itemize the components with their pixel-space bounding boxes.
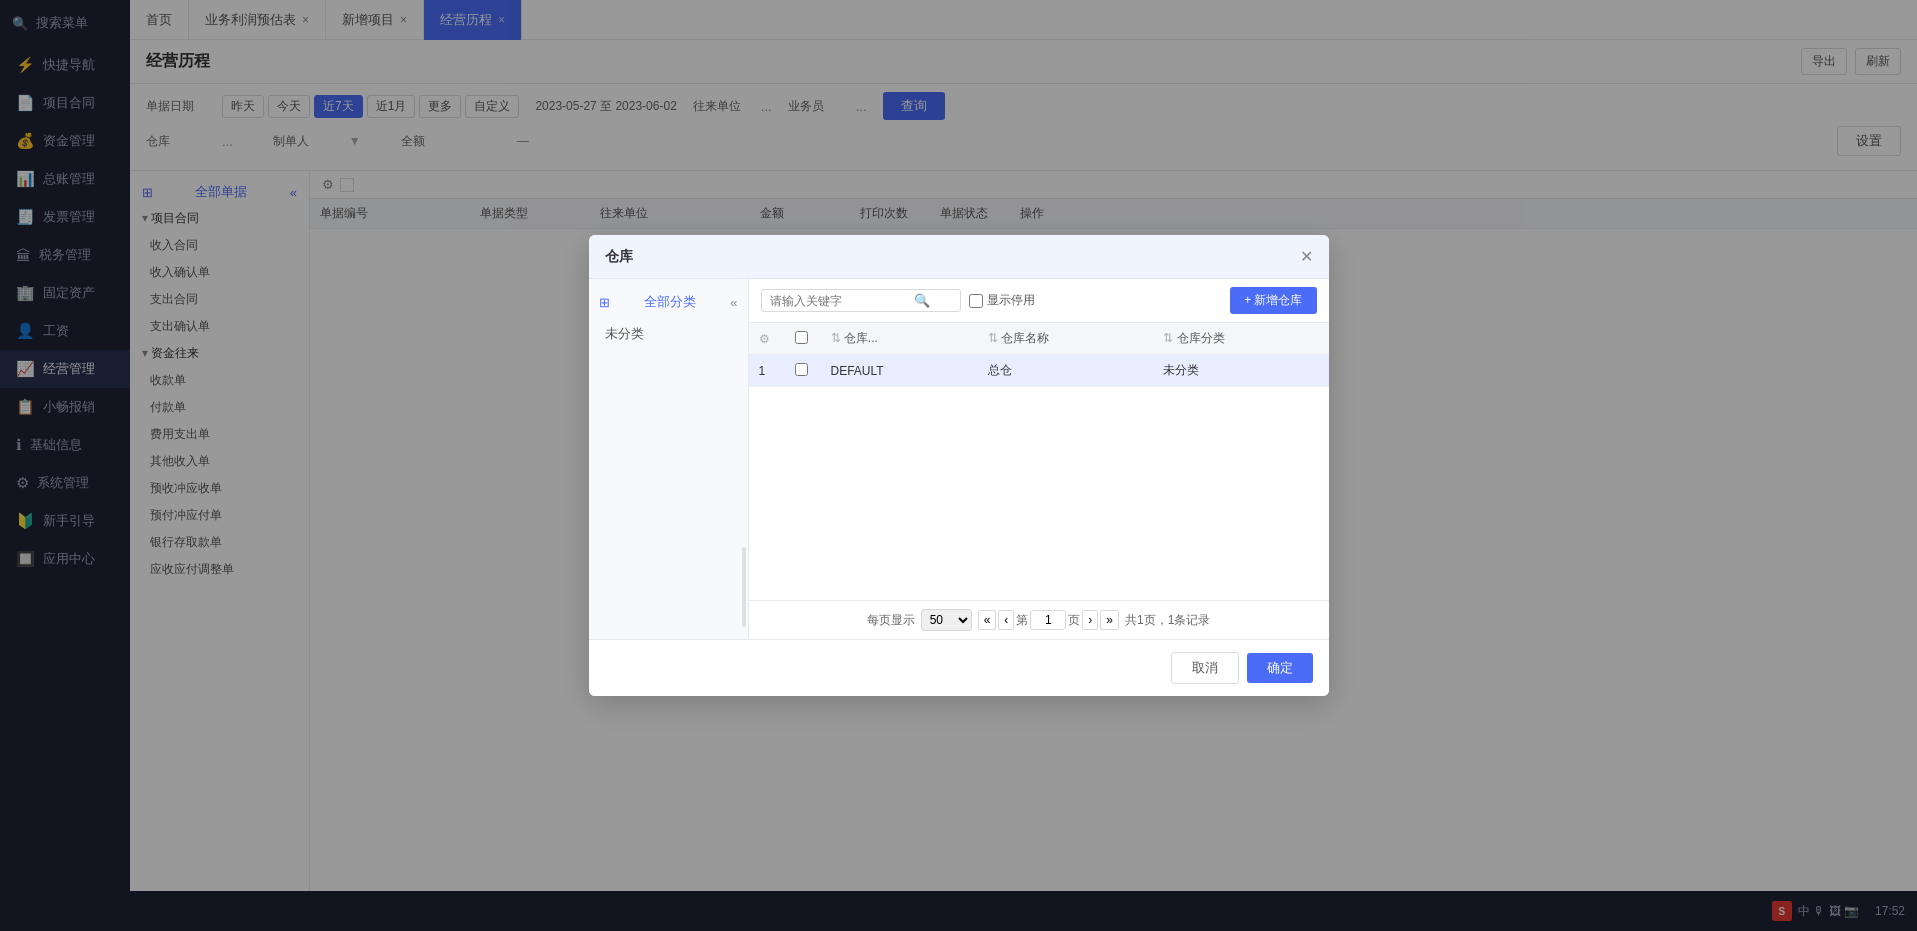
modal-footer: 取消 确定 [589,639,1329,696]
cancel-button[interactable]: 取消 [1171,652,1239,684]
th-checkbox [785,323,821,355]
add-warehouse-button[interactable]: + 新增仓库 [1230,287,1316,314]
modal-close-button[interactable]: ✕ [1300,247,1313,266]
confirm-button[interactable]: 确定 [1247,653,1313,683]
next-page-button[interactable]: › [1082,610,1098,630]
warehouse-modal: 仓库 ✕ ⊞ 全部分类 « 未分类 [589,235,1329,696]
page-input[interactable] [1030,610,1066,630]
sort-icon-cat: ⇅ [1163,331,1173,345]
page-unit: 页 [1068,612,1080,629]
modal-title: 仓库 [605,248,633,266]
modal-all-category[interactable]: ⊞ 全部分类 « [589,287,748,317]
modal-left-panel: ⊞ 全部分类 « 未分类 [589,279,749,639]
row-checkbox[interactable] [785,355,821,387]
show-disabled-checkbox-label[interactable]: 显示停用 [969,292,1035,309]
modal-right-panel: 🔍 显示停用 + 新增仓库 ⚙ [749,279,1329,639]
table-header-row: ⚙ ⇅ 仓库... ⇅ 仓库名称 ⇅ 仓库分类 [749,323,1329,355]
search-icon: 🔍 [914,293,930,308]
row-code: DEFAULT [821,355,979,387]
last-page-button[interactable]: » [1100,610,1119,630]
modal-page-size-select[interactable]: 50 100 [921,609,972,631]
modal-collapse-icon[interactable]: « [730,295,737,310]
first-page-button[interactable]: « [978,610,997,630]
modal-toolbar: 🔍 显示停用 + 新增仓库 [749,279,1329,323]
show-disabled-label: 显示停用 [987,292,1035,309]
modal-pagination: 每页显示 50 100 « ‹ 第 页 › » 共1页，1条记录 [749,600,1329,639]
modal-total-text: 共1页，1条记录 [1125,612,1210,629]
th-settings: ⚙ [749,323,785,355]
th-select-all[interactable] [795,331,808,344]
th-name: ⇅ 仓库名称 [978,323,1153,355]
modal-body: ⊞ 全部分类 « 未分类 🔍 [589,279,1329,639]
show-disabled-checkbox[interactable] [969,294,983,308]
sort-icon: ⇅ [831,331,841,345]
row-num: 1 [749,355,785,387]
category-grid-icon: ⊞ [599,295,610,310]
modal-left-item-unclassified[interactable]: 未分类 [589,317,748,351]
modal-per-page-label: 每页显示 [867,612,915,629]
th-category: ⇅ 仓库分类 [1153,323,1328,355]
modal-header: 仓库 ✕ [589,235,1329,279]
prev-page-button[interactable]: ‹ [998,610,1014,630]
modal-page-nav: « ‹ 第 页 › » [978,610,1119,630]
table-row[interactable]: 1 DEFAULT 总仓 未分类 [749,355,1329,387]
search-box: 🔍 [761,289,961,312]
modal-left-scrollbar [742,547,746,627]
th-settings-icon[interactable]: ⚙ [759,332,770,346]
all-category-label: 全部分类 [644,293,696,311]
modal-overlay[interactable]: 仓库 ✕ ⊞ 全部分类 « 未分类 [0,0,1917,931]
row-name: 总仓 [978,355,1153,387]
sort-icon-name: ⇅ [988,331,998,345]
search-input[interactable] [770,294,910,308]
th-code: ⇅ 仓库... [821,323,979,355]
modal-table: ⚙ ⇅ 仓库... ⇅ 仓库名称 ⇅ 仓库分类 1 DEFAULT 总仓 未分类 [749,323,1329,600]
page-label: 第 [1016,612,1028,629]
row-category: 未分类 [1153,355,1328,387]
